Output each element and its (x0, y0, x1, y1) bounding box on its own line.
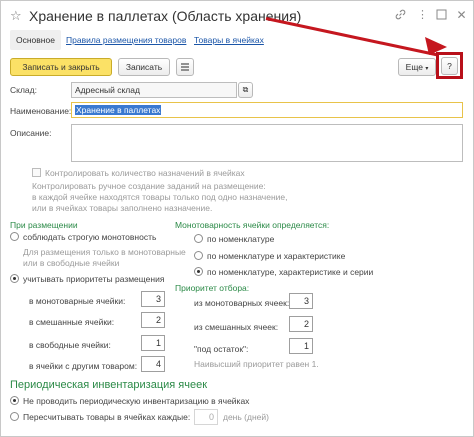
control-info-line-2: в каждой ячейке находятся товары только … (32, 192, 288, 202)
description-label: Описание: (10, 128, 52, 138)
from-mono-cells-label: из монотоварных ячеек: (194, 298, 290, 308)
more-vertical-icon[interactable]: ⋮ (416, 9, 429, 22)
placement-hint-1: Для размещения только в монотоварные (23, 247, 186, 257)
link-icon[interactable] (394, 9, 407, 22)
annotation-arrow (265, 17, 438, 57)
recount-label: Пересчитывать товары в ячейках каждые: (23, 412, 191, 422)
selection-priority-header: Приоритет отбора: (175, 283, 250, 293)
monotony-radio-series[interactable] (194, 267, 203, 276)
window-title: Хранение в паллетах (Область хранения) (29, 8, 302, 24)
mixed-cells-label: в смешанные ячейки: (29, 317, 115, 327)
free-cells-input[interactable]: 1 (141, 335, 165, 351)
more-button-label: Еще (405, 62, 423, 72)
under-remainder-label: "под остаток": (194, 344, 249, 354)
more-button[interactable]: Еще ▾ (398, 58, 436, 76)
warehouse-label: Склад: (10, 85, 37, 95)
under-remainder-input[interactable]: 1 (289, 338, 313, 354)
monotony-radio-nomenclature[interactable] (194, 234, 203, 243)
inventory-header: Периодическая инвентаризация ячеек (10, 379, 208, 391)
list-icon[interactable] (176, 58, 194, 76)
placement-header: При размещении (10, 220, 78, 230)
monotony-header: Монотоварность ячейки определяется: (175, 220, 330, 230)
control-assignments-label: Контролировать количество назначений в я… (45, 168, 245, 178)
monotony-option-characteristic: по номенклатуре и характеристике (207, 251, 346, 261)
other-goods-cells-input[interactable]: 4 (141, 356, 165, 372)
monotony-radio-characteristic[interactable] (194, 251, 203, 260)
open-icon[interactable]: ⧉ (238, 82, 253, 98)
tab-main[interactable]: Основное (10, 30, 61, 50)
priorities-label: учитывать приоритеты размещения (23, 274, 165, 284)
placement-hint-2: или в свободные ячейки (23, 258, 120, 268)
mono-cells-label: в монотоварные ячейки: (29, 296, 126, 306)
recount-days-input[interactable]: 0 (194, 409, 218, 425)
close-icon[interactable]: ✕ (455, 9, 468, 22)
warehouse-field[interactable]: Адресный склад (71, 82, 237, 98)
no-inventory-label: Не проводить периодическую инвентаризаци… (23, 396, 250, 406)
strict-monotony-label: соблюдать строгую монотовность (23, 232, 157, 242)
mono-cells-input[interactable]: 3 (141, 291, 165, 307)
free-cells-label: в свободные ячейки: (29, 340, 111, 350)
control-info-line-3: или в ячейках товары заполнено назначени… (32, 203, 213, 213)
priority-note: Наивысший приоритет равен 1. (194, 359, 319, 369)
form-window: ☆ Хранение в паллетах (Область хранения)… (0, 0, 474, 437)
name-label: Наименование: (10, 106, 72, 116)
other-goods-cells-label: в ячейки с другим товаром: (29, 361, 138, 371)
name-field[interactable]: Хранение в паллетах (71, 102, 463, 118)
from-mixed-cells-label: из смешанных ячеек: (194, 322, 279, 332)
control-assignments-checkbox[interactable] (32, 168, 41, 177)
name-field-value: Хранение в паллетах (75, 105, 162, 115)
star-icon[interactable]: ☆ (10, 8, 22, 24)
no-inventory-radio[interactable] (10, 396, 19, 405)
tab-placement-rules[interactable]: Правила размещения товаров (66, 35, 186, 45)
days-unit-label: день (дней) (223, 412, 269, 422)
help-button[interactable]: ? (441, 57, 458, 75)
maximize-icon[interactable] (435, 9, 448, 22)
control-info-line-1: Контролировать ручное создание заданий н… (32, 181, 266, 191)
save-and-close-button[interactable]: Записать и закрыть (10, 58, 112, 76)
strict-monotony-radio[interactable] (10, 232, 19, 241)
from-mono-cells-input[interactable]: 3 (289, 293, 313, 309)
recount-radio[interactable] (10, 412, 19, 421)
priorities-radio[interactable] (10, 274, 19, 283)
monotony-option-nomenclature: по номенклатуре (207, 234, 275, 244)
description-field[interactable] (71, 124, 463, 162)
from-mixed-cells-input[interactable]: 2 (289, 316, 313, 332)
mixed-cells-input[interactable]: 2 (141, 312, 165, 328)
tab-goods-in-cells[interactable]: Товары в ячейках (194, 35, 264, 45)
save-button[interactable]: Записать (118, 58, 170, 76)
monotony-option-series: по номенклатуре, характеристике и серии (207, 267, 374, 277)
chevron-down-icon: ▾ (425, 66, 429, 72)
